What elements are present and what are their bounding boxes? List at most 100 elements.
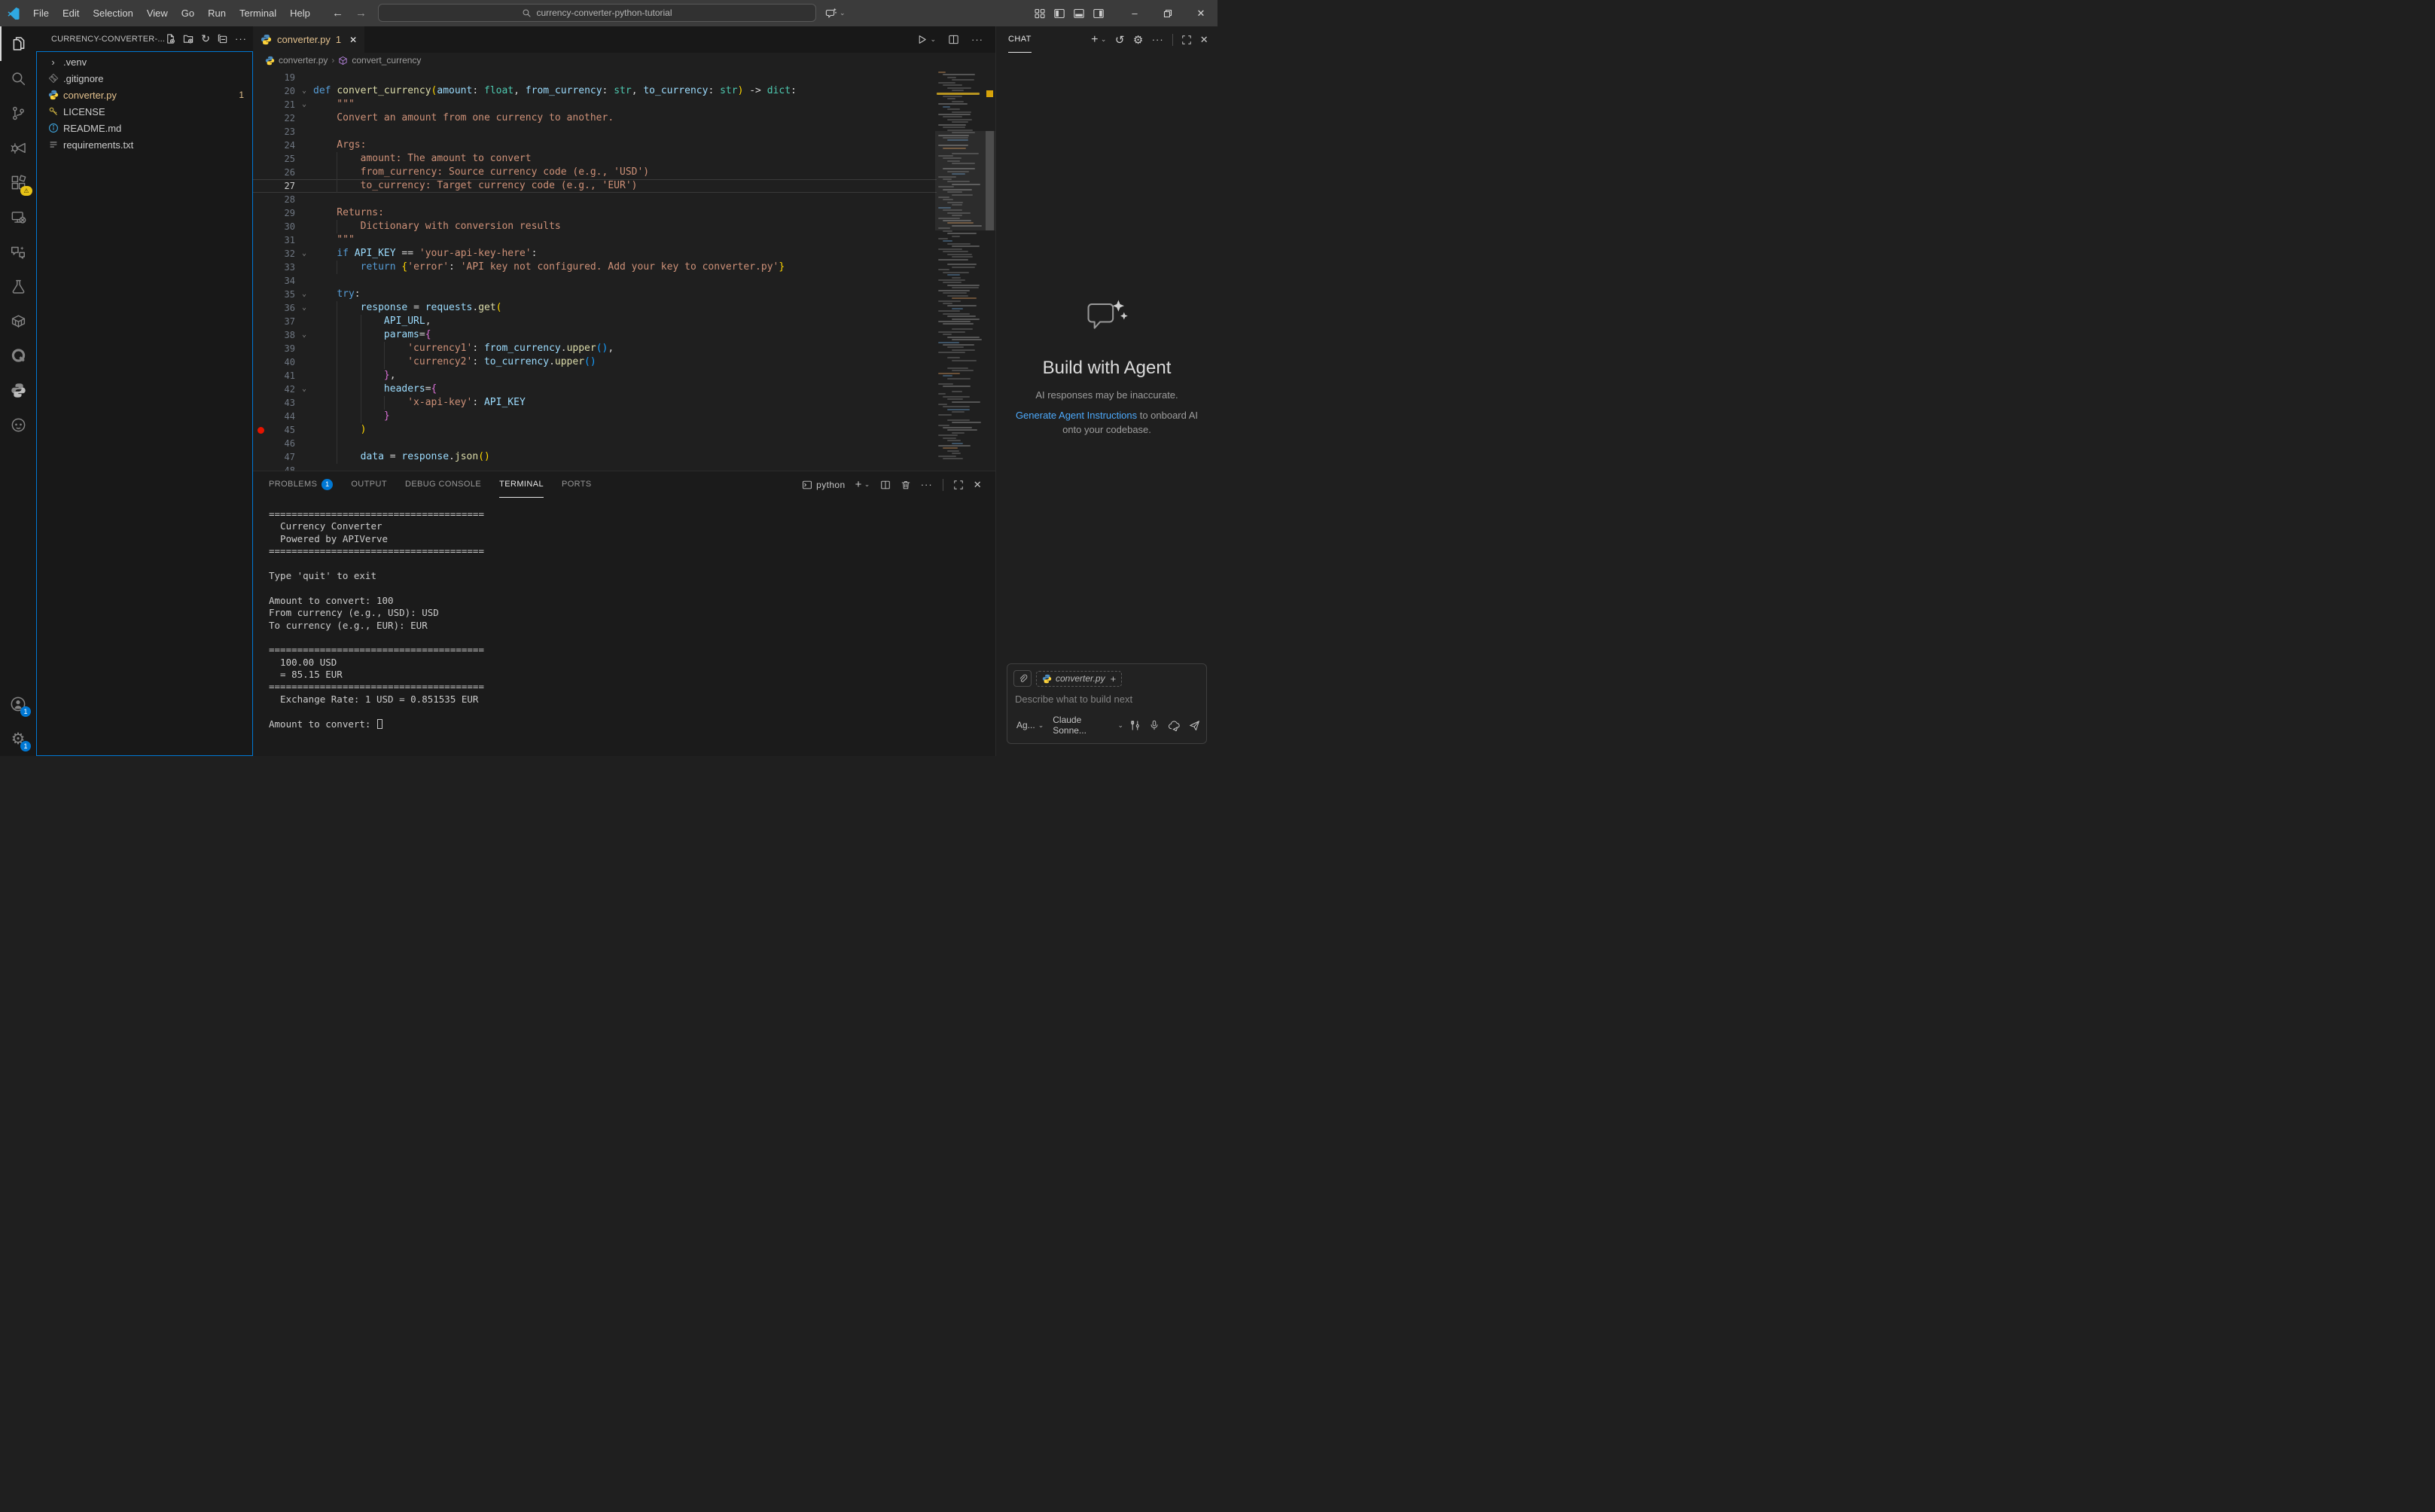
breakpoint-icon[interactable] <box>257 426 264 434</box>
new-terminal-button[interactable]: + ⌄ <box>855 478 870 491</box>
add-context-icon[interactable]: + <box>1111 673 1117 684</box>
run-dropdown-icon[interactable]: ⌄ <box>930 35 936 44</box>
code-line[interactable]: 32 ⌄ if API_KEY == 'your-api-key-here': <box>253 247 937 261</box>
code-line[interactable]: 27 to_currency: Target currency code (e.… <box>253 179 937 193</box>
code-line[interactable]: 33 return {'error': 'API key not configu… <box>253 261 937 274</box>
terminal-shell-selector[interactable]: python <box>802 480 845 490</box>
panel-tab-ports[interactable]: PORTS <box>562 471 592 498</box>
file-row[interactable]: .gitignore <box>36 70 253 87</box>
minimap[interactable] <box>935 68 995 471</box>
fold-chevron-icon[interactable]: ⌄ <box>295 98 313 111</box>
split-terminal-icon[interactable] <box>880 480 891 490</box>
menu-help[interactable]: Help <box>283 0 317 26</box>
code-line[interactable]: 34 <box>253 274 937 288</box>
file-row[interactable]: README.md <box>36 120 253 136</box>
code-line[interactable]: 28 <box>253 193 937 206</box>
attach-context-button[interactable] <box>1013 670 1032 687</box>
code-line[interactable]: 20 ⌄ def convert_currency(amount: float, f… <box>253 84 937 98</box>
code-editor[interactable]: 19 20 ⌄ def convert_currency(amount: float,… <box>253 68 995 471</box>
toggle-primary-sidebar-icon[interactable] <box>1053 8 1065 20</box>
model-picker[interactable]: Claude Sonne... ⌄ <box>1050 713 1126 737</box>
code-line[interactable]: 19 <box>253 71 937 84</box>
forward-arrow-icon[interactable]: → <box>355 7 367 20</box>
panel-tab-problems[interactable]: PROBLEMS 1 <box>269 471 334 498</box>
code-line[interactable]: 23 <box>253 125 937 139</box>
split-editor-icon[interactable] <box>948 34 959 45</box>
fold-chevron-icon[interactable]: ⌄ <box>295 383 313 396</box>
code-line[interactable]: 31 """ <box>253 233 937 247</box>
chat-tab[interactable]: CHAT <box>1008 26 1032 53</box>
chat-more-actions-icon[interactable]: ··· <box>1152 34 1164 45</box>
code-line[interactable]: 22 Convert an amount from one currency t… <box>253 111 937 125</box>
chat-settings-gear-icon[interactable]: ⚙ <box>1133 33 1144 47</box>
tab-converter-py[interactable]: converter.py 1 ✕ <box>253 26 365 53</box>
agent-mode-picker[interactable]: Ag... ⌄ <box>1013 718 1047 732</box>
file-row[interactable]: converter.py 1 <box>36 87 253 103</box>
code-line[interactable]: 25 amount: The amount to convert <box>253 152 937 166</box>
fold-chevron-icon[interactable]: ⌄ <box>295 288 313 301</box>
window-close-button[interactable]: ✕ <box>1184 0 1218 26</box>
tools-icon[interactable] <box>1129 720 1141 731</box>
generate-agent-instructions-link[interactable]: Generate Agent Instructions <box>1016 410 1137 421</box>
chat-history-icon[interactable]: ↺ <box>1115 33 1125 47</box>
code-line[interactable]: 48 <box>253 464 937 471</box>
maximize-chat-icon[interactable] <box>1181 35 1192 45</box>
menu-view[interactable]: View <box>140 0 175 26</box>
menu-selection[interactable]: Selection <box>86 0 139 26</box>
panel-tab-output[interactable]: OUTPUT <box>351 471 387 498</box>
code-line[interactable]: 43 'x-api-key': API_KEY <box>253 396 937 410</box>
panel-tab-terminal[interactable]: TERMINAL <box>499 471 544 498</box>
back-arrow-icon[interactable]: ← <box>332 7 343 20</box>
activitybar-extensions[interactable]: ⚠ <box>0 165 36 200</box>
chat-input-box[interactable]: converter.py + Describe what to build ne… <box>1007 663 1207 744</box>
tab-close-icon[interactable]: ✕ <box>349 35 357 45</box>
activitybar-amazon-q[interactable] <box>0 338 36 373</box>
activitybar-containers[interactable] <box>0 303 36 338</box>
menu-file[interactable]: File <box>26 0 56 26</box>
collapse-all-icon[interactable] <box>217 33 228 44</box>
code-line[interactable]: 24 Args: <box>253 139 937 152</box>
code-line[interactable]: 44 } <box>253 410 937 423</box>
code-line[interactable]: 41 }, <box>253 369 937 383</box>
activitybar-chat[interactable] <box>0 234 36 269</box>
send-icon[interactable] <box>1189 720 1200 731</box>
panel-more-actions-icon[interactable]: ··· <box>921 479 933 490</box>
activitybar-search[interactable] <box>0 61 36 96</box>
code-line[interactable]: 45 ) <box>253 423 937 437</box>
menu-terminal[interactable]: Terminal <box>233 0 283 26</box>
new-chat-button[interactable]: + ⌄ <box>1091 33 1107 47</box>
new-folder-icon[interactable] <box>183 33 194 44</box>
window-restore-button[interactable] <box>1151 0 1184 26</box>
maximize-panel-icon[interactable] <box>953 480 964 490</box>
activitybar-settings[interactable]: ⚙ 1 <box>0 721 36 756</box>
activitybar-source-control[interactable] <box>0 96 36 130</box>
activitybar-github[interactable] <box>0 407 36 442</box>
editor-more-actions-icon[interactable]: ··· <box>971 34 983 45</box>
code-line[interactable]: 47 data = response.json() <box>253 450 937 464</box>
fold-chevron-icon[interactable]: ⌄ <box>295 247 313 261</box>
activitybar-testing[interactable] <box>0 269 36 303</box>
code-line[interactable]: 21 ⌄ """ <box>253 98 937 111</box>
code-line[interactable]: 42 ⌄ headers={ <box>253 383 937 396</box>
fold-chevron-icon[interactable]: ⌄ <box>295 301 313 315</box>
code-line[interactable]: 29 Returns: <box>253 206 937 220</box>
terminal-output[interactable]: ====================================== C… <box>253 498 995 756</box>
code-line[interactable]: 39 'currency1': from_currency.upper(), <box>253 342 937 355</box>
file-row[interactable]: › .venv <box>36 53 253 70</box>
editor-scrollbar[interactable] <box>986 131 994 230</box>
toggle-secondary-sidebar-icon[interactable] <box>1093 8 1105 20</box>
context-chip-converter-py[interactable]: converter.py + <box>1036 670 1123 687</box>
kill-terminal-trash-icon[interactable] <box>901 480 911 490</box>
activitybar-run-debug[interactable] <box>0 130 36 165</box>
file-row[interactable]: LICENSE <box>36 103 253 120</box>
file-row[interactable]: requirements.txt <box>36 136 253 153</box>
microphone-icon[interactable] <box>1149 720 1160 730</box>
fold-chevron-icon[interactable]: ⌄ <box>295 328 313 342</box>
code-line[interactable]: 46 <box>253 437 937 450</box>
breadcrumb-symbol[interactable]: convert_currency <box>352 55 421 66</box>
menu-go[interactable]: Go <box>175 0 201 26</box>
breadcrumb-file[interactable]: converter.py <box>279 55 328 66</box>
file-tree[interactable]: › .venv .gitignore converter.py 1 LICENSE READ… <box>36 51 253 756</box>
close-chat-icon[interactable]: ✕ <box>1200 34 1208 46</box>
close-panel-icon[interactable]: ✕ <box>974 479 982 491</box>
